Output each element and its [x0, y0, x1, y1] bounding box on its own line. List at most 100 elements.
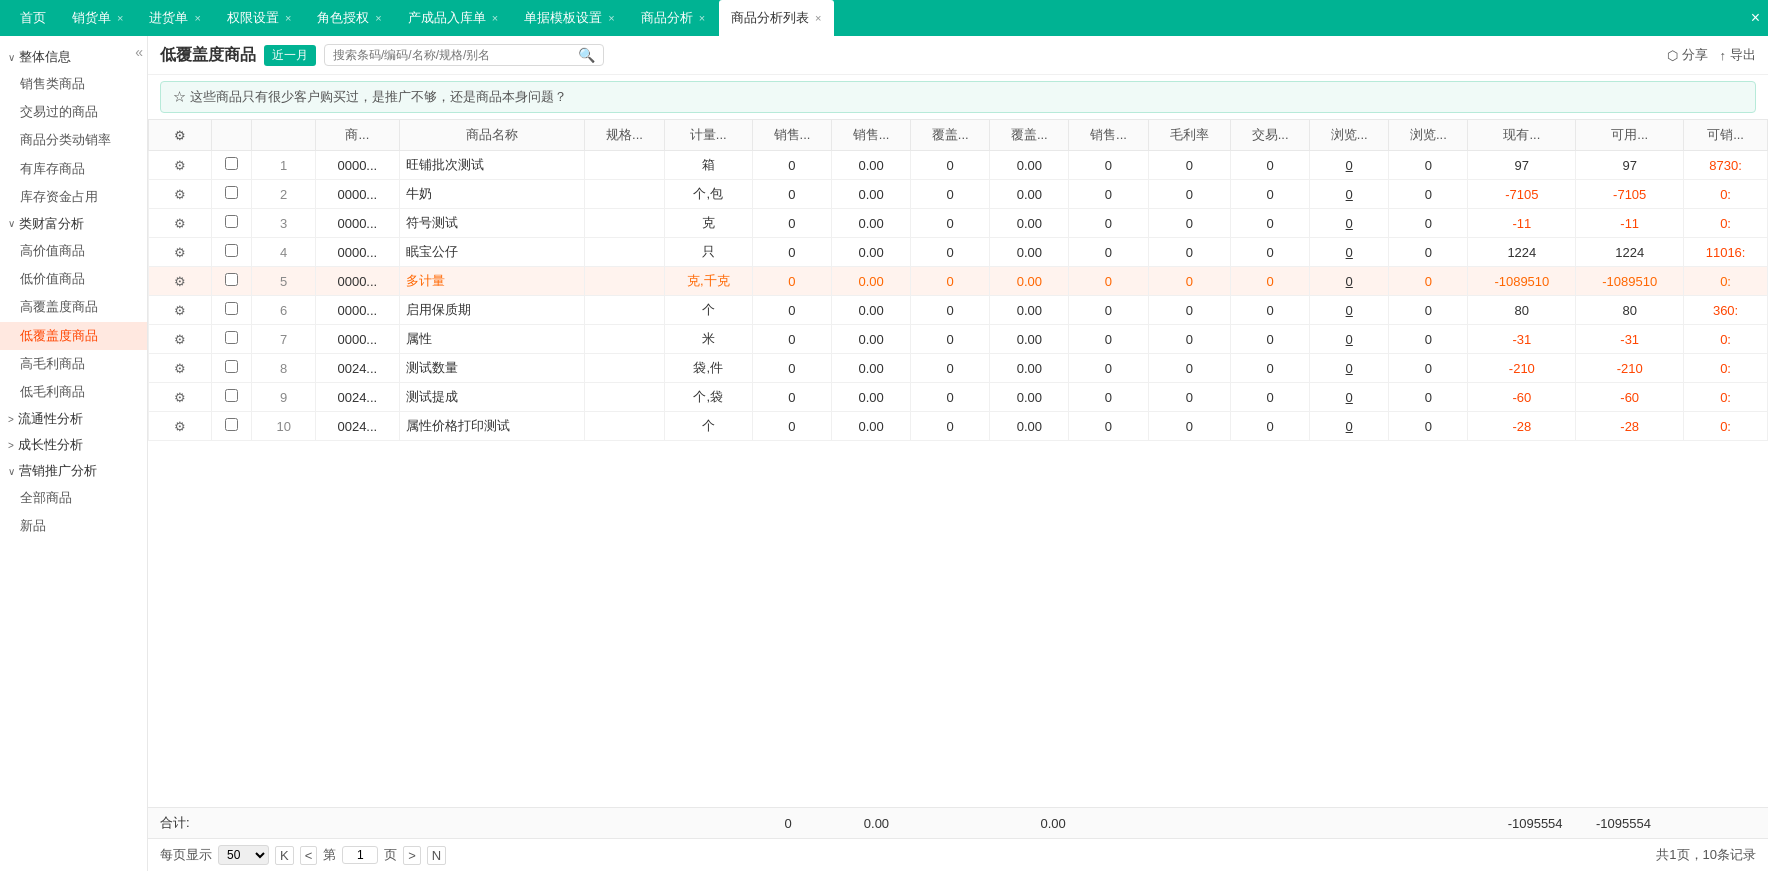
row-settings-icon[interactable]: ⚙	[149, 296, 212, 325]
row-settings-icon[interactable]: ⚙	[149, 412, 212, 441]
col-header-name[interactable]: 商品名称	[399, 120, 585, 151]
col-header-spec[interactable]: 规格...	[585, 120, 664, 151]
share-button[interactable]: ⬡ 分享	[1667, 46, 1708, 64]
row-settings-icon[interactable]: ⚙	[149, 354, 212, 383]
search-input[interactable]	[333, 48, 574, 62]
col-header-sales_x[interactable]: 销售...	[1069, 120, 1148, 151]
current-stock: 97	[1468, 151, 1576, 180]
browse1[interactable]: 0	[1310, 180, 1389, 209]
sidebar-group-整体信息[interactable]: ∨整体信息	[0, 44, 147, 70]
sidebar-item-高价值商品[interactable]: 高价值商品	[0, 237, 147, 265]
row-settings-icon[interactable]: ⚙	[149, 151, 212, 180]
browse1[interactable]: 0	[1310, 325, 1389, 354]
row-checkbox[interactable]	[212, 325, 252, 354]
tab-close-icon[interactable]: ×	[492, 12, 498, 24]
row-checkbox[interactable]	[212, 412, 252, 441]
tab-close-icon[interactable]: ×	[117, 12, 123, 24]
sidebar-item-销售类商品[interactable]: 销售类商品	[0, 70, 147, 98]
browse1[interactable]: 0	[1310, 412, 1389, 441]
page-size-select[interactable]: 2050100	[218, 845, 269, 865]
browse1[interactable]: 0	[1310, 354, 1389, 383]
sidebar-group-成长性分析[interactable]: >成长性分析	[0, 432, 147, 458]
period-button[interactable]: 近一月	[264, 45, 316, 66]
tab-close-icon[interactable]: ×	[285, 12, 291, 24]
row-checkbox[interactable]	[212, 151, 252, 180]
sidebar-group-营销推广分析[interactable]: ∨营销推广分析	[0, 458, 147, 484]
col-header-rownum[interactable]	[252, 120, 315, 151]
sidebar-group-流通性分析[interactable]: >流通性分析	[0, 406, 147, 432]
nav-tab-商品分析[interactable]: 商品分析×	[629, 0, 717, 36]
browse1[interactable]: 0	[1310, 209, 1389, 238]
browse1[interactable]: 0	[1310, 296, 1389, 325]
row-checkbox[interactable]	[212, 209, 252, 238]
col-header-available[interactable]: 可用...	[1576, 120, 1684, 151]
col-header-coverage1[interactable]: 覆盖...	[911, 120, 990, 151]
row-checkbox[interactable]	[212, 296, 252, 325]
col-header-unit[interactable]: 计量...	[664, 120, 752, 151]
row-checkbox[interactable]	[212, 267, 252, 296]
sidebar-group-类财富分析[interactable]: ∨类财富分析	[0, 211, 147, 237]
col-header-checkbox[interactable]	[212, 120, 252, 151]
nav-tab-销货单[interactable]: 销货单×	[60, 0, 135, 36]
col-header-trade[interactable]: 交易...	[1231, 120, 1310, 151]
col-header-browse1[interactable]: 浏览...	[1310, 120, 1389, 151]
col-header-sku_code[interactable]: 商...	[315, 120, 399, 151]
sidebar-item-新品[interactable]: 新品	[0, 512, 147, 540]
nav-tab-角色授权[interactable]: 角色授权×	[305, 0, 393, 36]
sidebar: « ∨整体信息销售类商品交易过的商品商品分类动销率有库存商品库存资金占用∨类财富…	[0, 36, 148, 871]
nav-tab-单据模板设置[interactable]: 单据模板设置×	[512, 0, 626, 36]
sidebar-item-库存资金占用[interactable]: 库存资金占用	[0, 183, 147, 211]
col-header-settings[interactable]: ⚙	[149, 120, 212, 151]
row-checkbox[interactable]	[212, 238, 252, 267]
col-header-sales_qty[interactable]: 销售...	[752, 120, 831, 151]
browse1[interactable]: 0	[1310, 238, 1389, 267]
row-settings-icon[interactable]: ⚙	[149, 238, 212, 267]
sidebar-collapse-button[interactable]: «	[135, 44, 143, 60]
row-settings-icon[interactable]: ⚙	[149, 325, 212, 354]
tab-close-icon[interactable]: ×	[375, 12, 381, 24]
col-header-current_stock[interactable]: 现有...	[1468, 120, 1576, 151]
sidebar-item-商品分类动销率[interactable]: 商品分类动销率	[0, 126, 147, 154]
table-wrapper[interactable]: ⚙商...商品名称规格...计量...销售...销售...覆盖...覆盖...销…	[148, 119, 1768, 807]
sidebar-item-有库存商品[interactable]: 有库存商品	[0, 155, 147, 183]
browse1[interactable]: 0	[1310, 383, 1389, 412]
nav-tab-首页[interactable]: 首页	[8, 0, 58, 36]
col-header-gross_rate[interactable]: 毛利率	[1148, 120, 1231, 151]
row-settings-icon[interactable]: ⚙	[149, 267, 212, 296]
browse1[interactable]: 0	[1310, 151, 1389, 180]
row-settings-icon[interactable]: ⚙	[149, 180, 212, 209]
tab-close-icon[interactable]: ×	[815, 12, 821, 24]
browse1[interactable]: 0	[1310, 267, 1389, 296]
nav-tab-商品分析列表[interactable]: 商品分析列表×	[719, 0, 833, 36]
sidebar-item-全部商品[interactable]: 全部商品	[0, 484, 147, 512]
col-header-sales_amt[interactable]: 销售...	[832, 120, 911, 151]
sidebar-item-高覆盖度商品[interactable]: 高覆盖度商品	[0, 293, 147, 321]
sidebar-item-交易过的商品[interactable]: 交易过的商品	[0, 98, 147, 126]
tab-close-icon[interactable]: ×	[194, 12, 200, 24]
col-header-sellable[interactable]: 可销...	[1684, 120, 1768, 151]
prev-page-button[interactable]: <	[300, 846, 318, 865]
tab-close-icon[interactable]: ×	[699, 12, 705, 24]
row-checkbox[interactable]	[212, 354, 252, 383]
sidebar-item-低价值商品[interactable]: 低价值商品	[0, 265, 147, 293]
col-header-browse2[interactable]: 浏览...	[1389, 120, 1468, 151]
row-checkbox[interactable]	[212, 180, 252, 209]
sidebar-item-低毛利商品[interactable]: 低毛利商品	[0, 378, 147, 406]
last-page-button[interactable]: N	[427, 846, 446, 865]
row-checkbox[interactable]	[212, 383, 252, 412]
sidebar-item-低覆盖度商品[interactable]: 低覆盖度商品	[0, 322, 147, 350]
nav-tab-产成品入库单[interactable]: 产成品入库单×	[396, 0, 510, 36]
first-page-button[interactable]: K	[275, 846, 294, 865]
export-button[interactable]: ↑ 导出	[1720, 46, 1757, 64]
col-header-coverage2[interactable]: 覆盖...	[990, 120, 1069, 151]
row-settings-icon[interactable]: ⚙	[149, 383, 212, 412]
next-page-button[interactable]: >	[403, 846, 421, 865]
sidebar-item-高毛利商品[interactable]: 高毛利商品	[0, 350, 147, 378]
current-page-input[interactable]	[342, 846, 378, 864]
tab-close-icon[interactable]: ×	[608, 12, 614, 24]
nav-tab-权限设置[interactable]: 权限设置×	[215, 0, 303, 36]
coverage2: 0.00	[990, 209, 1069, 238]
row-settings-icon[interactable]: ⚙	[149, 209, 212, 238]
close-window-button[interactable]: ×	[1751, 10, 1760, 26]
nav-tab-进货单[interactable]: 进货单×	[137, 0, 212, 36]
